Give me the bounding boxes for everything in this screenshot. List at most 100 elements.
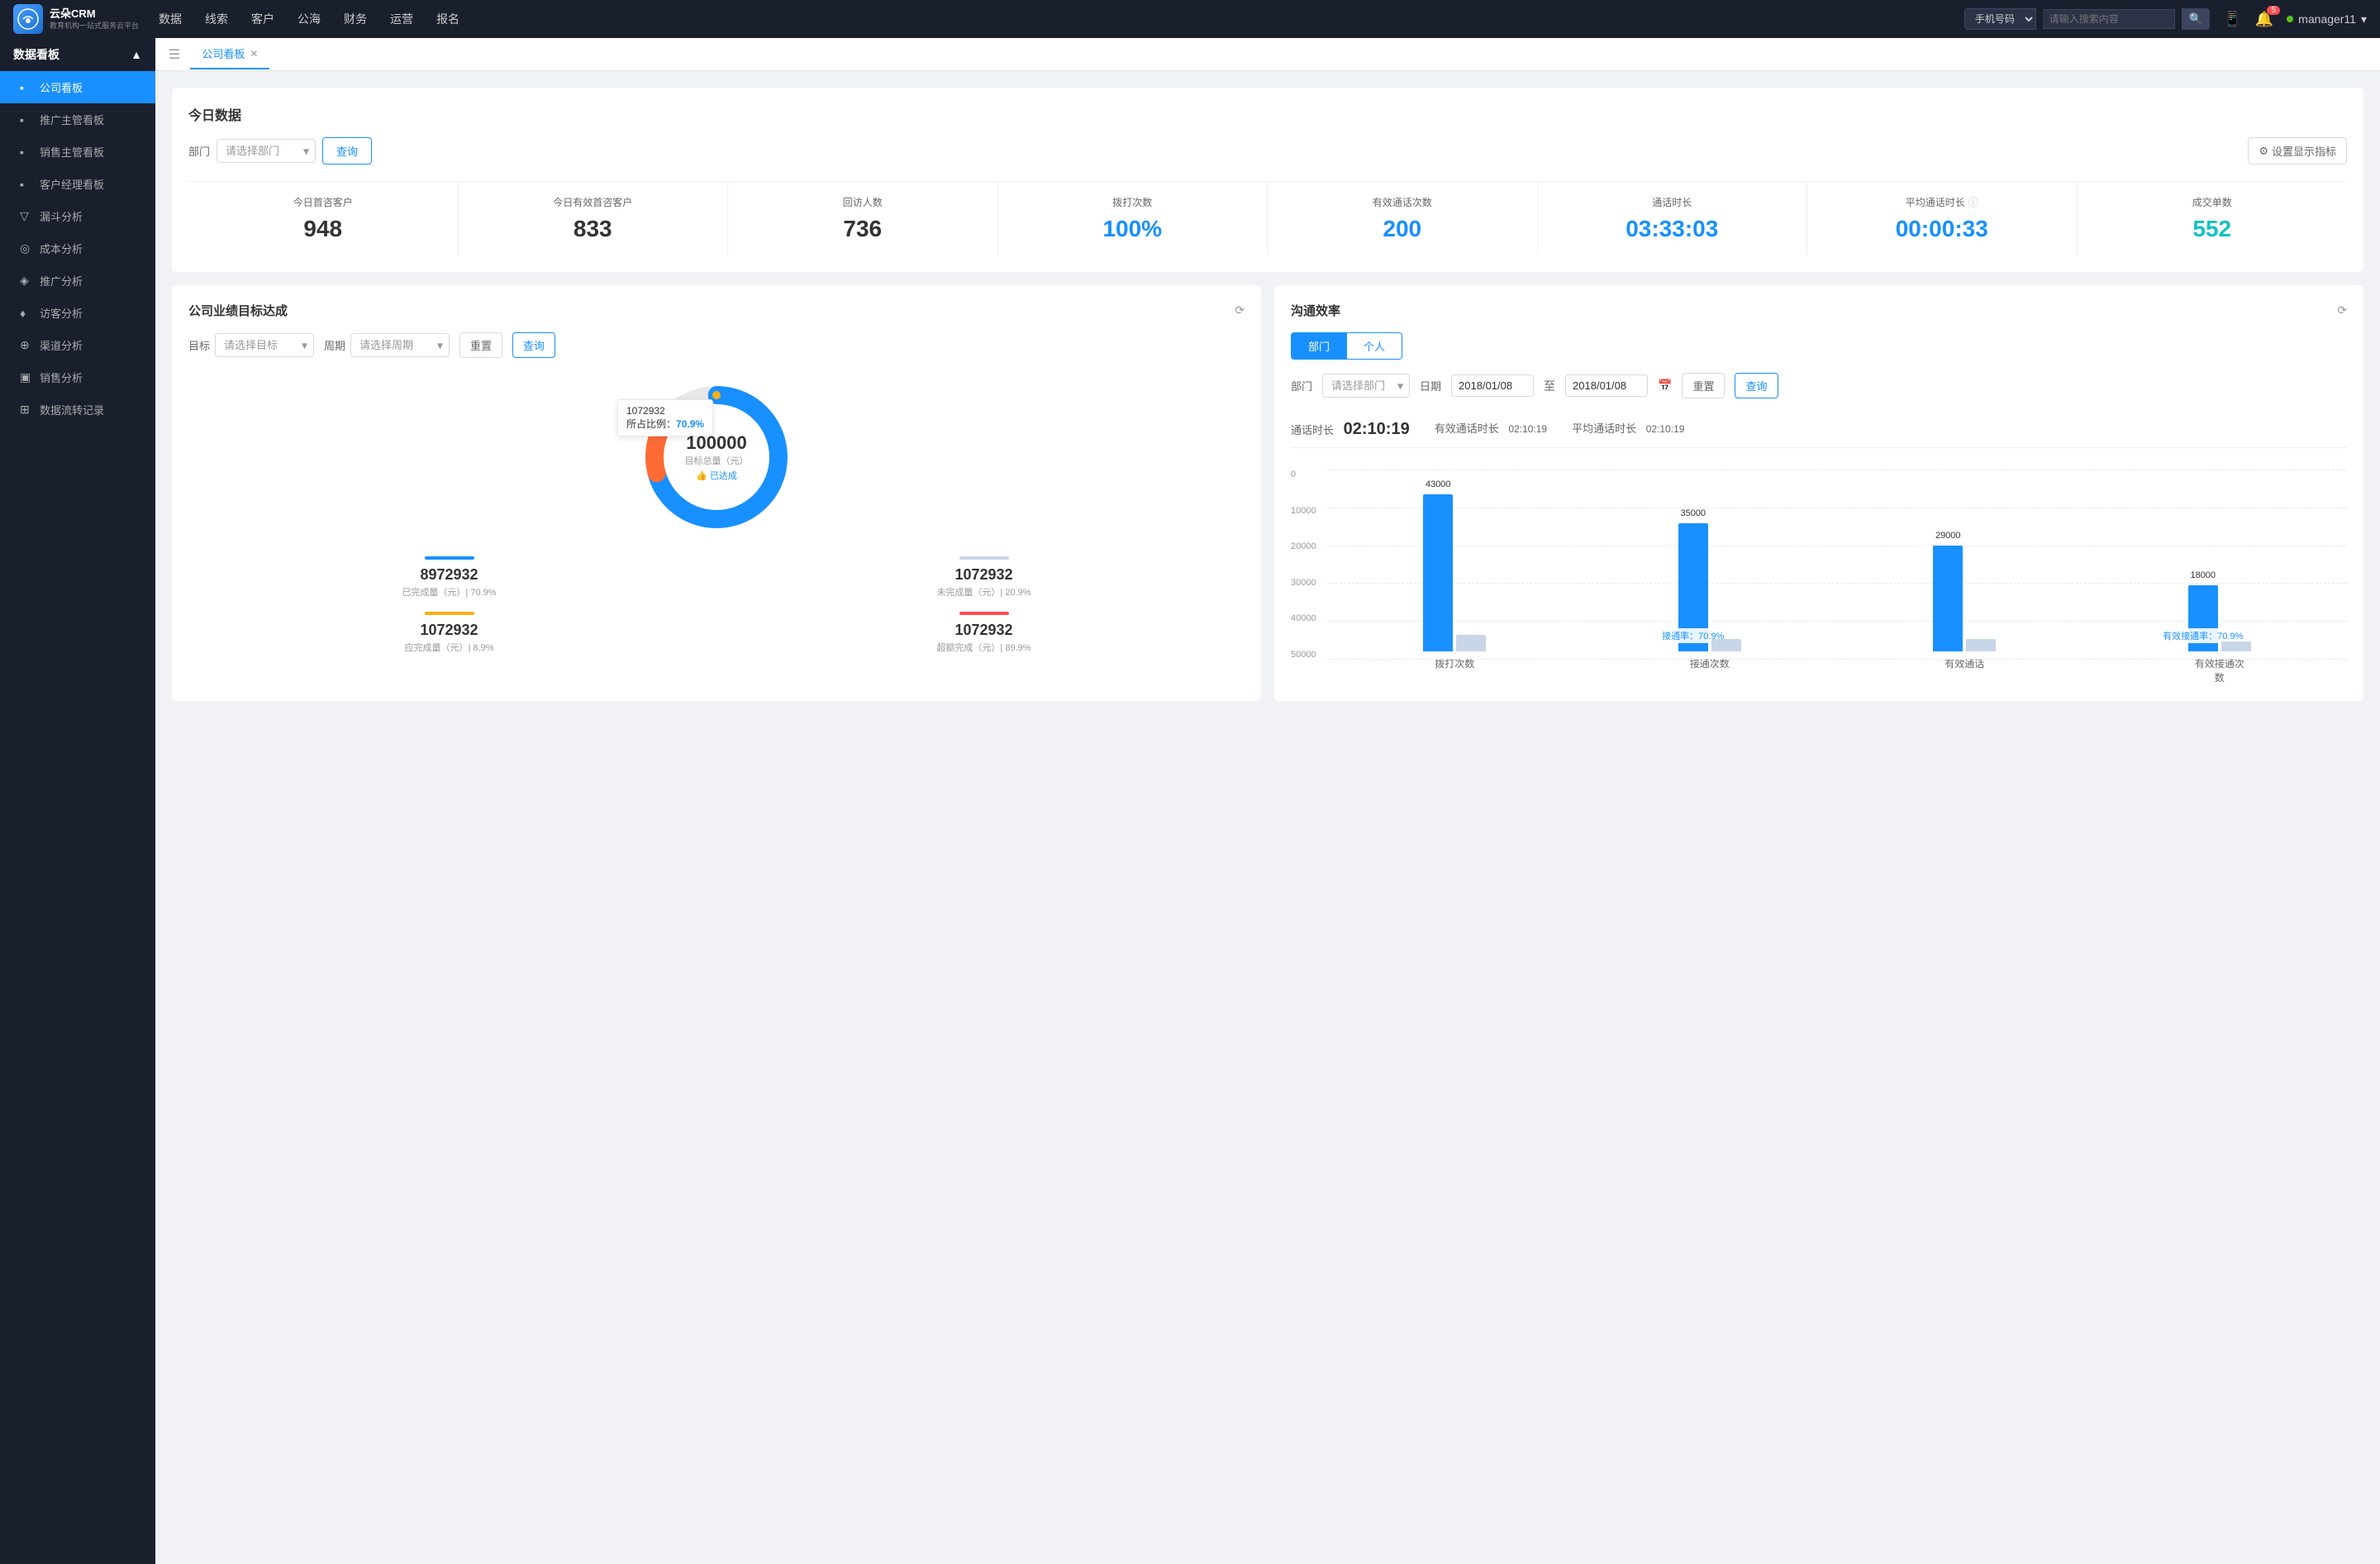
logo-icon (13, 4, 43, 34)
target-select[interactable]: 请选择目标 (215, 333, 314, 357)
target-reset-button[interactable]: 重置 (459, 332, 502, 358)
over-complete-value: 1072932 (723, 622, 1245, 639)
metric-deals-label: 成交单数 (2087, 195, 2338, 209)
chart-bars-area: 43000 (1327, 470, 2347, 684)
nav-item-leads[interactable]: 线索 (205, 7, 228, 31)
efficiency-panel-header: 沟通效率 ⟳ (1291, 302, 2347, 319)
bar-label-effective-connect-top: 18000 (2190, 570, 2216, 580)
stat-effective-label: 有效通话时长 (1435, 422, 1499, 435)
calendar-icon[interactable]: 📅 (1658, 379, 1672, 393)
efficiency-date-label: 日期 (1420, 378, 1441, 393)
completed-label: 已完成量（元）| 70.9% (188, 585, 710, 598)
sidebar-item-data-transfer[interactable]: ⊞ 数据流转记录 (0, 393, 155, 426)
bars-x-labels: 拨打次数 接通次数 有效通话 有效接通次数 (1327, 656, 2347, 684)
target-label: 目标 (188, 337, 210, 353)
target-panel-header: 公司业绩目标达成 ⟳ (188, 302, 1245, 319)
sidebar-item-sales-manager[interactable]: ▪ 销售主管看板 (0, 136, 155, 168)
y-label-50000: 50000 (1291, 650, 1324, 660)
should-complete-label: 应完成量（元）| 8.9% (188, 641, 710, 654)
funnel-icon: ▽ (20, 209, 33, 223)
metric-first-consult: 今日首咨客户 948 (188, 182, 459, 255)
metric-card-completed: 8972932 已完成量（元）| 70.9% (188, 556, 710, 598)
sidebar-item-label: 数据流转记录 (40, 402, 104, 417)
metric-avg-duration-value: 00:00:33 (1817, 216, 2067, 242)
over-complete-label: 超额完成（元）| 89.9% (723, 641, 1245, 654)
metric-effective-calls: 有效通话次数 200 (1268, 182, 1538, 255)
should-complete-value: 1072932 (188, 622, 710, 639)
search-type-select[interactable]: 手机号码 (1964, 8, 2036, 30)
nav-item-finance[interactable]: 财务 (344, 7, 367, 31)
sales-manager-icon: ▪ (20, 145, 33, 159)
notification-icon[interactable]: 🔔 5 (2255, 11, 2273, 28)
nav-items: 数据 线索 客户 公海 财务 运营 报名 (159, 7, 1938, 31)
efficiency-refresh-icon[interactable]: ⟳ (2337, 303, 2347, 317)
nav-item-sea[interactable]: 公海 (298, 7, 321, 31)
efficiency-date-from[interactable] (1451, 374, 1534, 397)
metric-avg-duration-label: 平均通话时长 ⓘ (1817, 195, 2067, 209)
bar-dial-secondary (1456, 635, 1486, 651)
metric-call-duration-label: 通话时长 (1548, 195, 1797, 209)
app-logo: 云朵CRM 教育机构一站式服务云平台 (13, 4, 139, 34)
bar-group-effective-connect: 18000 有效接通率：70.9% (2188, 585, 2251, 651)
sidebar-item-promo-analysis[interactable]: ◈ 推广分析 (0, 265, 155, 297)
donut-center-label: 100000 目标总量（元） 👍 已达成 (685, 432, 749, 482)
channel-icon: ⊕ (20, 338, 33, 352)
efficiency-date-to[interactable] (1565, 374, 1648, 397)
sidebar-item-account-manager[interactable]: ▪ 客户经理看板 (0, 168, 155, 200)
tab-btn-dept[interactable]: 部门 (1291, 332, 1347, 360)
settings-display-button[interactable]: ⚙ 设置显示指标 (2248, 137, 2347, 165)
tab-menu-toggle[interactable]: ☰ (169, 46, 180, 63)
x-label-effective-connect: 有效接通次数 (2191, 656, 2249, 684)
target-panel-refresh-icon[interactable]: ⟳ (1235, 303, 1245, 317)
sidebar-section-header[interactable]: 数据看板 ▲ (0, 38, 155, 71)
sidebar-item-cost[interactable]: ◎ 成本分析 (0, 232, 155, 265)
y-label-0: 0 (1291, 470, 1324, 479)
should-complete-bar (425, 612, 474, 615)
incomplete-bar (959, 556, 1009, 560)
sidebar-item-visitor[interactable]: ♦ 访客分析 (0, 297, 155, 329)
efficiency-panel: 沟通效率 ⟳ 部门 个人 部门 请选择部门 (1274, 285, 2363, 701)
target-panel-title: 公司业绩目标达成 (188, 302, 288, 319)
sidebar-item-promo-manager[interactable]: ▪ 推广主管看板 (0, 103, 155, 136)
logo-text-line2: 教育机构一站式服务云平台 (50, 21, 139, 31)
period-filter-group: 周期 请选择周期 (324, 333, 450, 357)
efficiency-query-button[interactable]: 查询 (1735, 373, 1778, 398)
nav-item-data[interactable]: 数据 (159, 7, 182, 31)
nav-item-ops[interactable]: 运营 (390, 7, 413, 31)
x-label-effective: 有效通话 (1935, 656, 1993, 684)
metric-call-duration: 通话时长 03:33:03 (1538, 182, 1808, 255)
tooltip-percent: 所占比例：70.9% (626, 417, 704, 431)
sidebar-item-channel[interactable]: ⊕ 渠道分析 (0, 329, 155, 361)
search-button[interactable]: 🔍 (2182, 8, 2211, 30)
grid-line-50000 (1327, 659, 2347, 660)
notification-badge: 5 (2267, 6, 2280, 15)
search-input[interactable] (2043, 9, 2175, 29)
tab-company-board[interactable]: 公司看板 ✕ (190, 39, 269, 69)
tab-label: 公司看板 (202, 45, 245, 61)
mobile-icon[interactable]: 📱 (2223, 11, 2241, 28)
nav-item-customers[interactable]: 客户 (251, 7, 274, 31)
tab-btn-personal[interactable]: 个人 (1347, 332, 1402, 360)
metric-first-consult-value: 948 (198, 216, 448, 242)
user-menu[interactable]: manager11 ▾ (2287, 12, 2367, 26)
metrics-row: 今日首咨客户 948 今日有效首咨客户 833 回访人数 736 拨打次数 10… (188, 181, 2347, 255)
period-select[interactable]: 请选择周期 (350, 333, 450, 357)
target-query-button[interactable]: 查询 (512, 332, 555, 358)
nav-item-enroll[interactable]: 报名 (436, 7, 459, 31)
sidebar-item-funnel[interactable]: ▽ 漏斗分析 (0, 200, 155, 232)
bars-row: 43000 (1327, 470, 2347, 651)
metric-effective-calls-value: 200 (1278, 216, 1527, 242)
today-filter-row: 部门 请选择部门 查询 ⚙ 设置显示指标 (188, 137, 2347, 165)
dept-select[interactable]: 请选择部门 (217, 139, 316, 163)
tab-bar: ☰ 公司看板 ✕ (155, 38, 2380, 71)
efficiency-dept-select[interactable]: 请选择部门 (1322, 374, 1410, 398)
target-filter-group: 目标 请选择目标 (188, 333, 314, 357)
dept-filter-label: 部门 (188, 143, 210, 159)
sidebar-item-sales-analysis[interactable]: ▣ 销售分析 (0, 361, 155, 393)
tab-close-button[interactable]: ✕ (250, 48, 258, 60)
donut-center-sublabel: 目标总量（元） (685, 454, 749, 467)
today-query-button[interactable]: 查询 (322, 137, 372, 165)
efficiency-reset-button[interactable]: 重置 (1682, 373, 1725, 398)
sidebar-item-company-board[interactable]: ▪ 公司看板 (0, 71, 155, 103)
bar-group-effective: 29000 (1933, 546, 1996, 651)
